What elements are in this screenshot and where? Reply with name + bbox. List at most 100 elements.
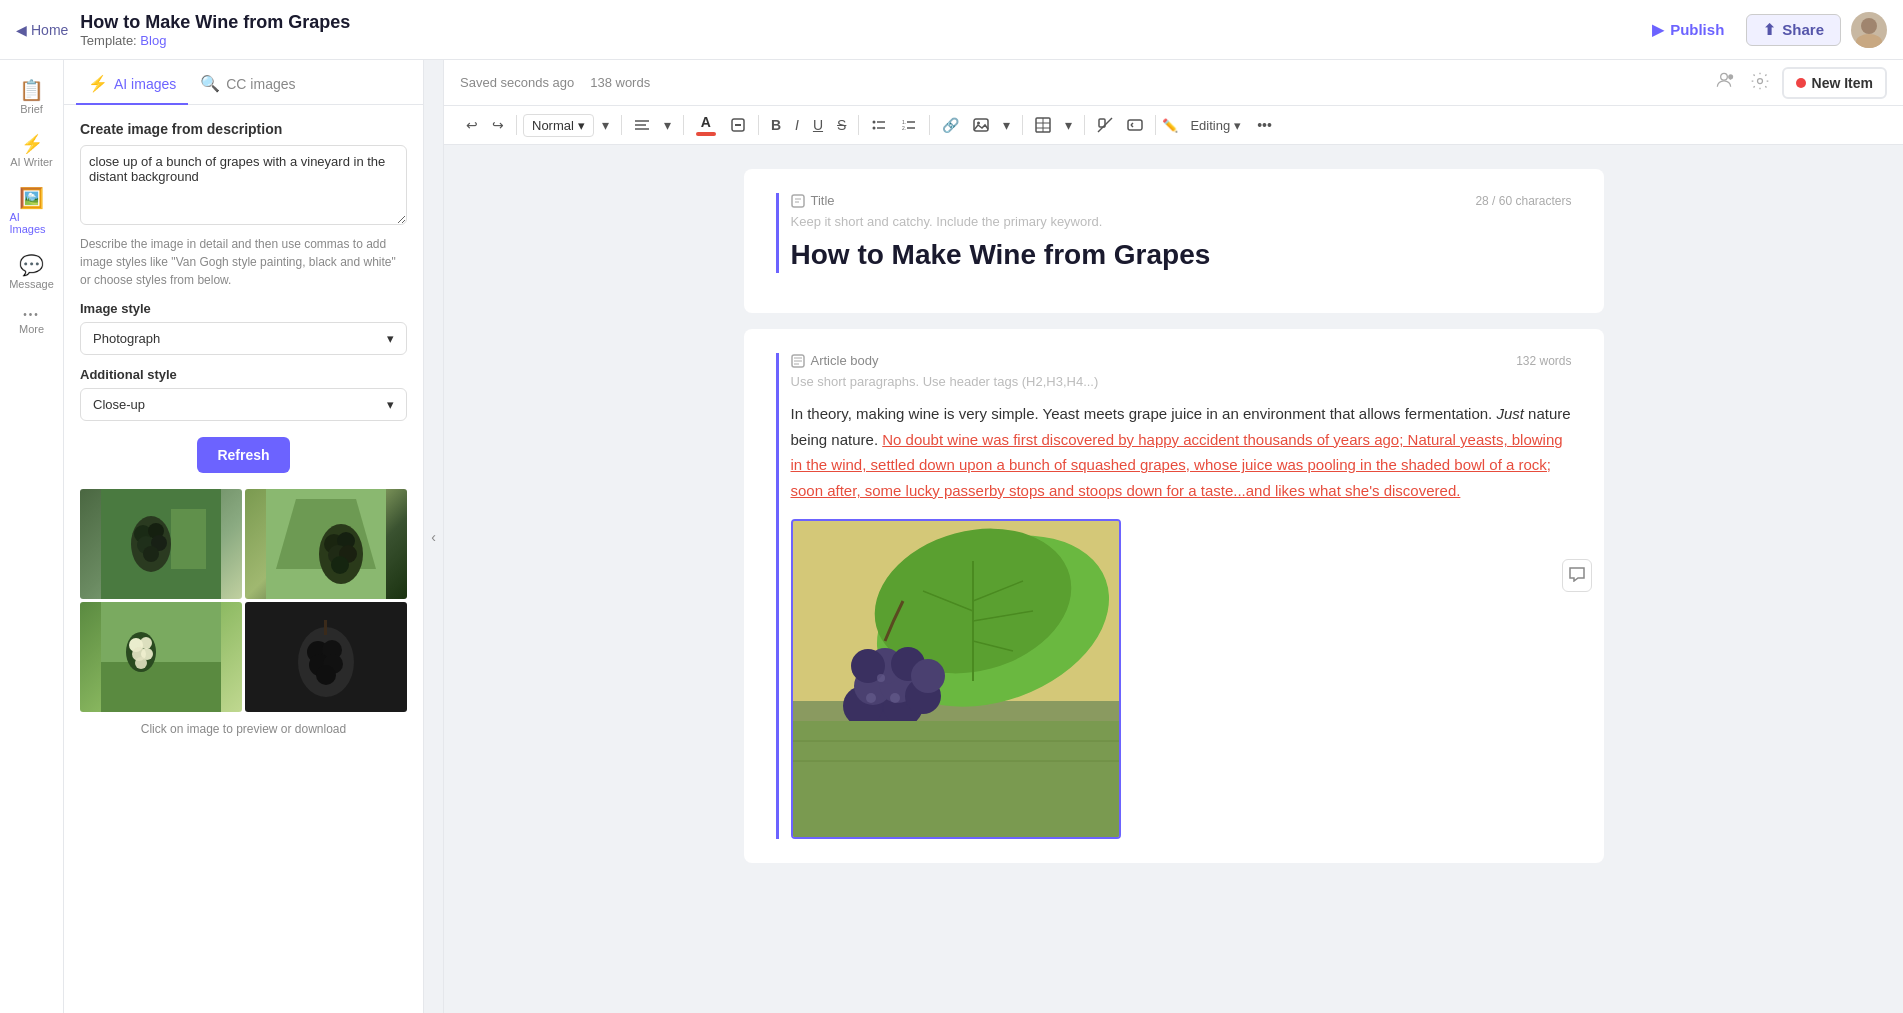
body-text[interactable]: In theory, making wine is very simple. Y… [791, 401, 1572, 503]
sidebar-item-label: More [19, 323, 44, 335]
toolbar-separator-7 [1022, 115, 1023, 135]
image-button[interactable] [967, 113, 995, 137]
svg-point-45 [873, 127, 876, 130]
image-grid-top [80, 489, 407, 599]
add-comment-button[interactable] [1562, 559, 1592, 592]
editing-mode-button[interactable]: Editing ▾ [1182, 114, 1249, 137]
toolbar-separator-3 [683, 115, 684, 135]
table-chevron-button[interactable]: ▾ [1059, 113, 1078, 137]
more-options-button[interactable]: ••• [1251, 113, 1278, 137]
text-style-select[interactable]: Normal ▾ [523, 114, 594, 137]
editor-image[interactable] [791, 519, 1121, 839]
strikethrough-button[interactable]: S [831, 113, 852, 137]
clear-format-button[interactable] [1091, 113, 1119, 137]
toolbar-separator-5 [858, 115, 859, 135]
highlight-button[interactable] [724, 113, 752, 137]
panel-area: ⚡ AI images 🔍 CC images Create image fro… [64, 60, 424, 1013]
additional-style-value: Close-up [93, 397, 145, 412]
image-grid-bottom [80, 602, 407, 712]
image-thumbnail-4[interactable] [245, 602, 407, 712]
image-thumbnail-3[interactable] [80, 602, 242, 712]
image-style-value: Photograph [93, 331, 160, 346]
align-chevron-button[interactable]: ▾ [658, 113, 677, 137]
undo-button[interactable]: ↩ [460, 113, 484, 137]
bold-button[interactable]: B [765, 113, 787, 137]
svg-point-52 [977, 122, 980, 125]
editing-chevron-icon: ▾ [1234, 118, 1241, 133]
italic-button[interactable]: I [789, 113, 805, 137]
new-item-label: New Item [1812, 75, 1873, 91]
underline-button[interactable]: U [807, 113, 829, 137]
title-label-row: Title 28 / 60 characters [791, 193, 1572, 208]
sidebar-item-label: Brief [20, 103, 43, 115]
numbered-list-button[interactable]: 1.2. [895, 113, 923, 137]
redo-button[interactable]: ↪ [486, 113, 510, 137]
title-section-label: Title [791, 193, 835, 208]
image-thumbnail-2[interactable] [245, 489, 407, 599]
word-count-indicator: 138 words [590, 75, 650, 90]
text-style-chevron-icon: ▾ [578, 118, 585, 133]
svg-rect-9 [171, 509, 206, 569]
table-button[interactable] [1029, 113, 1057, 137]
publish-icon: ▶ [1652, 21, 1664, 39]
article-title[interactable]: How to Make Wine from Grapes [791, 237, 1572, 273]
image-thumbnail-1[interactable] [80, 489, 242, 599]
image-description-input[interactable] [80, 145, 407, 225]
back-button[interactable]: ◀ Home [16, 22, 68, 38]
svg-point-34 [1720, 73, 1727, 80]
svg-point-8 [143, 546, 159, 562]
panel-scroll: Create image from description Describe t… [64, 105, 423, 1013]
editor-top-right: + New Item [1710, 66, 1887, 99]
share-button[interactable]: ⬆ Share [1746, 14, 1841, 46]
image-chevron-button[interactable]: ▾ [997, 113, 1016, 137]
link-button[interactable]: 🔗 [936, 113, 965, 137]
code-block-button[interactable] [1121, 113, 1149, 137]
align-button[interactable] [628, 113, 656, 137]
saved-indicator: Saved seconds ago [460, 75, 574, 90]
sidebar-item-label: Message [9, 278, 54, 290]
tab-cc-images[interactable]: 🔍 CC images [188, 60, 307, 105]
body-link[interactable]: No doubt wine was first discovered by ha… [791, 431, 1563, 499]
publish-button[interactable]: ▶ Publish [1640, 15, 1736, 45]
toolbar-separator-6 [929, 115, 930, 135]
pencil-icon: ✏️ [1162, 118, 1178, 133]
new-item-button[interactable]: New Item [1782, 67, 1887, 99]
toolbar-separator-9 [1155, 115, 1156, 135]
left-sidebar: 📋 Brief ⚡ AI Writer 🖼️ AI Images 💬 Messa… [0, 60, 64, 1013]
toolbar-separator-8 [1084, 115, 1085, 135]
image-style-select[interactable]: Photograph ▾ [80, 322, 407, 355]
svg-rect-92 [793, 721, 1121, 839]
svg-point-91 [877, 674, 885, 682]
bullet-list-button[interactable] [865, 113, 893, 137]
panel-collapse-handle[interactable]: ‹ [424, 60, 444, 1013]
description-hint: Describe the image in detail and then us… [80, 235, 407, 289]
sidebar-item-ai-writer[interactable]: ⚡ AI Writer [4, 127, 60, 176]
image-hint-text: Click on image to preview or download [80, 722, 407, 736]
topbar-template: Template: Blog [80, 33, 1628, 48]
topbar-title-block: How to Make Wine from Grapes Template: B… [80, 12, 1628, 48]
svg-point-25 [135, 657, 147, 669]
sidebar-item-label: AI Writer [10, 156, 53, 168]
sidebar-item-message[interactable]: 💬 Message [4, 247, 60, 298]
tab-label: CC images [226, 76, 295, 92]
text-style-value: Normal [532, 118, 574, 133]
editor-area: Saved seconds ago 138 words + New Item ↩… [444, 60, 1903, 1013]
refresh-button[interactable]: Refresh [197, 437, 289, 473]
sidebar-item-brief[interactable]: 📋 Brief [4, 72, 60, 123]
editor-content: Title 28 / 60 characters Keep it short a… [444, 145, 1903, 1013]
template-link[interactable]: Blog [140, 33, 166, 48]
sidebar-item-ai-images[interactable]: 🖼️ AI Images [4, 180, 60, 243]
title-section: Title 28 / 60 characters Keep it short a… [776, 193, 1572, 273]
more-icon: ••• [23, 310, 40, 320]
editor-meta: Saved seconds ago 138 words [460, 75, 650, 90]
style-chevron-button[interactable]: ▾ [596, 113, 615, 137]
back-label: Home [31, 22, 68, 38]
avatar[interactable] [1851, 12, 1887, 48]
user-permission-button[interactable]: + [1710, 66, 1738, 99]
main-layout: 📋 Brief ⚡ AI Writer 🖼️ AI Images 💬 Messa… [0, 60, 1903, 1013]
settings-button[interactable] [1746, 67, 1774, 99]
text-color-button[interactable]: A [690, 110, 722, 140]
additional-style-select[interactable]: Close-up ▾ [80, 388, 407, 421]
tab-ai-images[interactable]: ⚡ AI images [76, 60, 188, 105]
sidebar-item-more[interactable]: ••• More [4, 302, 60, 343]
